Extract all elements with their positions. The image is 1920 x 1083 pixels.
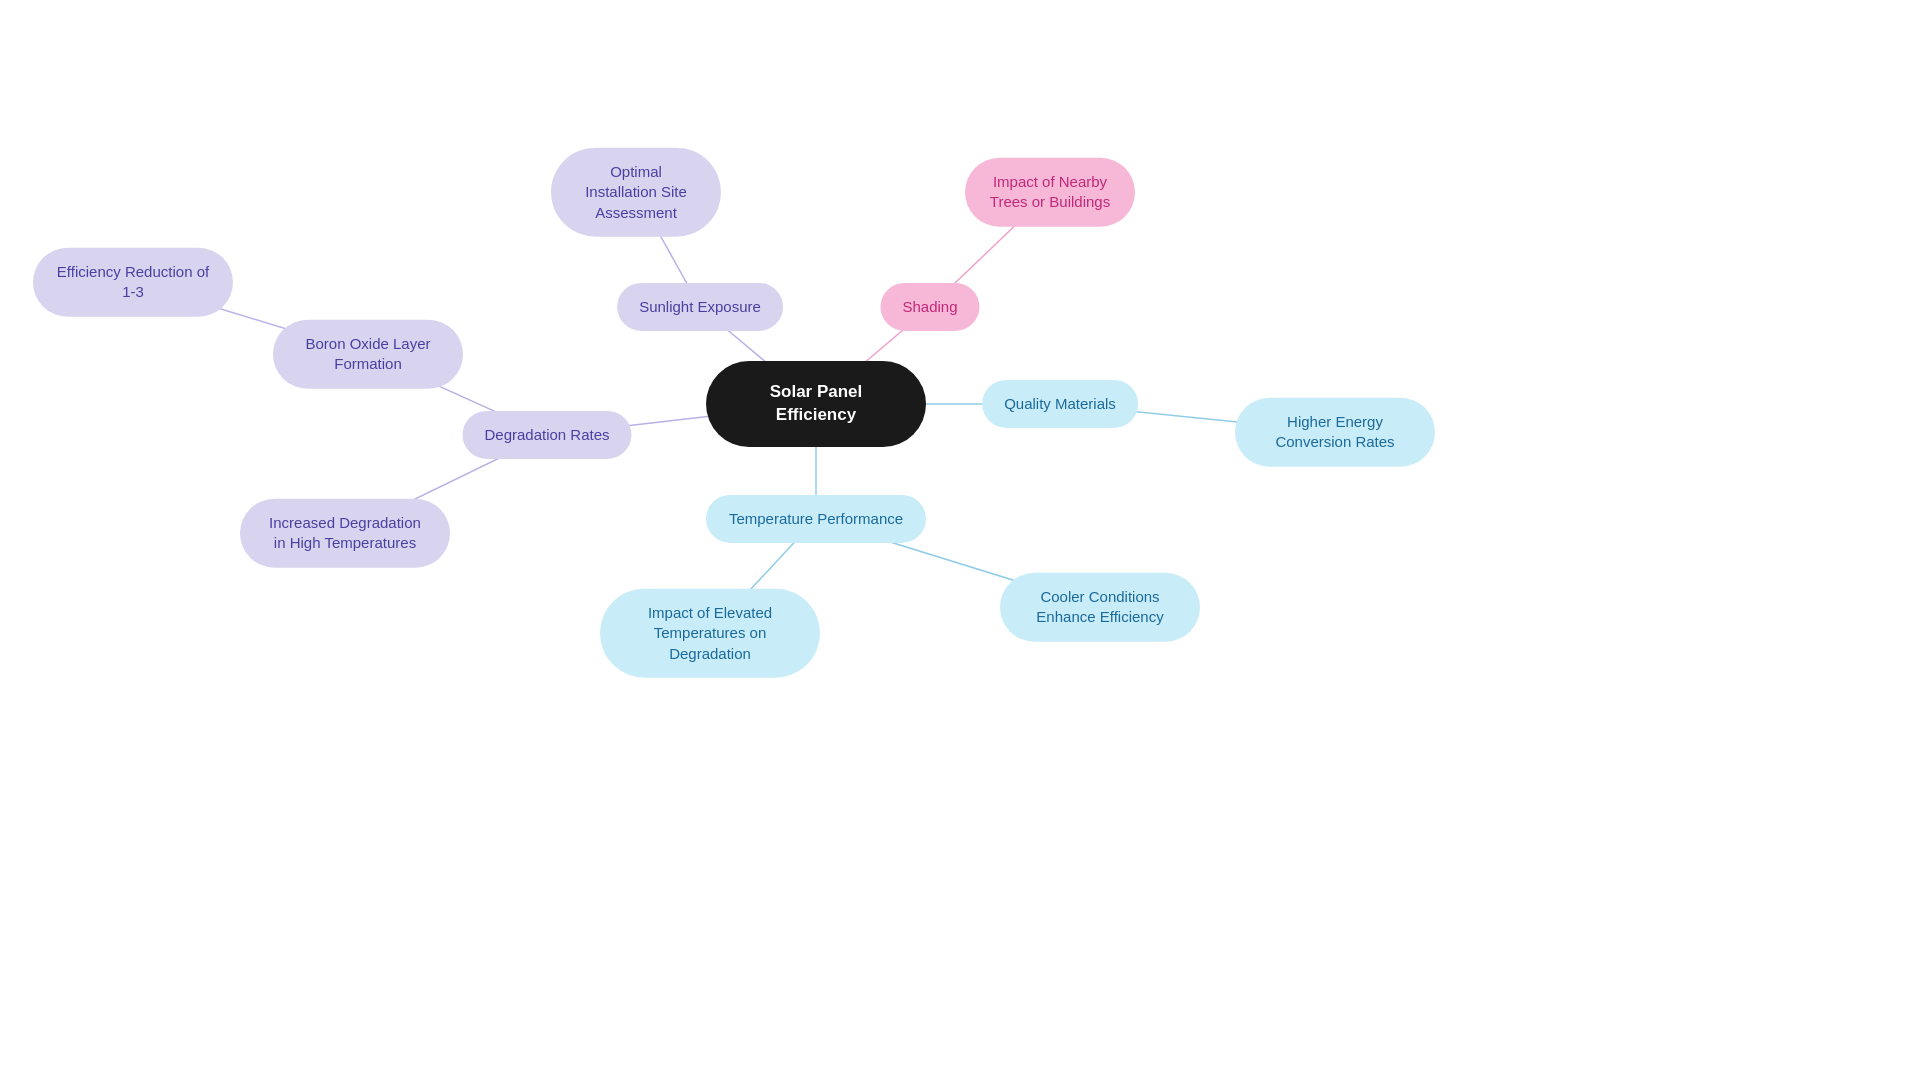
quality-materials-node[interactable]: Quality Materials xyxy=(982,380,1138,428)
boron-oxide-node[interactable]: Boron Oxide Layer Formation xyxy=(273,320,463,389)
shading-node[interactable]: Shading xyxy=(880,283,979,331)
increased-degradation-label: Increased Degradation in High Temperatur… xyxy=(262,513,428,554)
center-label: Solar Panel Efficiency xyxy=(742,381,890,427)
efficiency-reduction-node[interactable]: Efficiency Reduction of 1-3 xyxy=(33,248,233,317)
temperature-performance-node[interactable]: Temperature Performance xyxy=(706,495,926,543)
cooler-conditions-node[interactable]: Cooler Conditions Enhance Efficiency xyxy=(1000,573,1200,642)
quality-materials-label: Quality Materials xyxy=(1004,394,1116,414)
sunlight-exposure-label: Sunlight Exposure xyxy=(639,297,761,317)
optimal-installation-label: Optimal Installation Site Assessment xyxy=(573,162,699,223)
sunlight-exposure-node[interactable]: Sunlight Exposure xyxy=(617,283,783,331)
boron-oxide-label: Boron Oxide Layer Formation xyxy=(295,334,441,375)
shading-label: Shading xyxy=(902,297,957,317)
increased-degradation-node[interactable]: Increased Degradation in High Temperatur… xyxy=(240,499,450,568)
impact-nearby-label: Impact of Nearby Trees or Buildings xyxy=(987,172,1113,213)
impact-nearby-node[interactable]: Impact of Nearby Trees or Buildings xyxy=(965,158,1135,227)
efficiency-reduction-label: Efficiency Reduction of 1-3 xyxy=(55,262,211,303)
impact-elevated-label: Impact of Elevated Temperatures on Degra… xyxy=(622,603,798,664)
higher-energy-label: Higher Energy Conversion Rates xyxy=(1257,412,1413,453)
center-node[interactable]: Solar Panel Efficiency xyxy=(706,361,926,447)
degradation-rates-node[interactable]: Degradation Rates xyxy=(462,411,631,459)
cooler-conditions-label: Cooler Conditions Enhance Efficiency xyxy=(1022,587,1178,628)
optimal-installation-node[interactable]: Optimal Installation Site Assessment xyxy=(551,148,721,237)
impact-elevated-node[interactable]: Impact of Elevated Temperatures on Degra… xyxy=(600,589,820,678)
degradation-rates-label: Degradation Rates xyxy=(484,425,609,445)
higher-energy-node[interactable]: Higher Energy Conversion Rates xyxy=(1235,398,1435,467)
temperature-performance-label: Temperature Performance xyxy=(729,509,903,529)
